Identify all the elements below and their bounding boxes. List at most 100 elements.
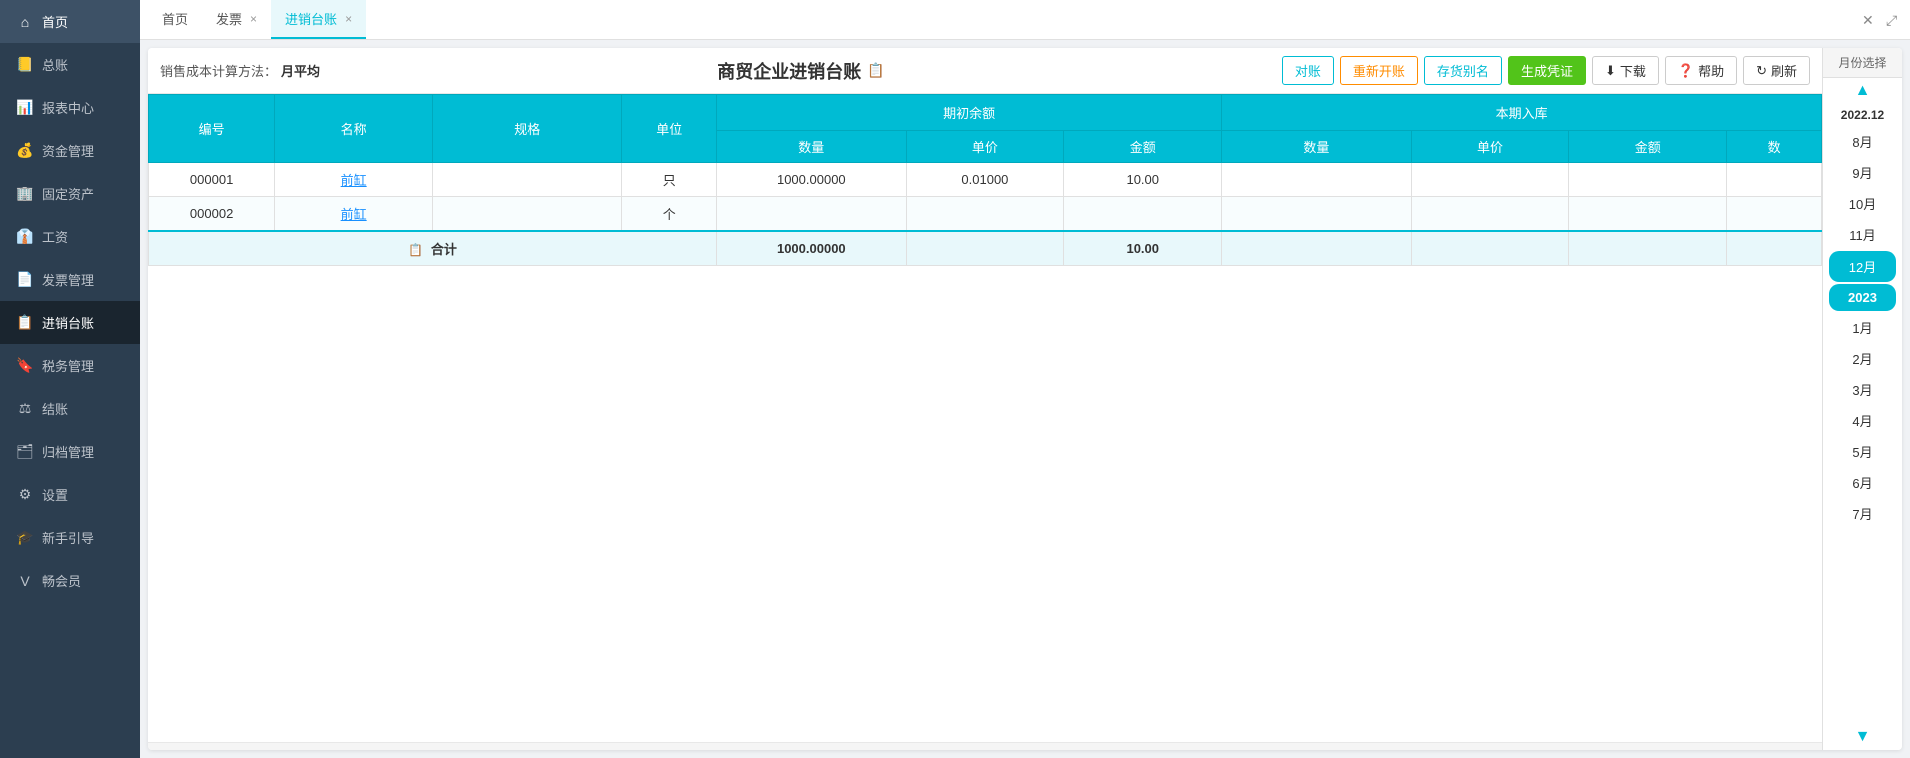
month-item-10[interactable]: 10月 [1823, 188, 1902, 219]
cell-in-amount [1569, 197, 1727, 232]
sidebar-item-label: 资金管理 [42, 141, 94, 160]
sidebar-item-archive[interactable]: 🗂 归档管理 [0, 430, 140, 473]
cell-id: 000002 [149, 197, 275, 232]
assets-icon: 🏢 [16, 185, 34, 202]
cell-init-qty: 1000.00000 [717, 163, 906, 197]
month-item-2023-1[interactable]: 1月 [1823, 312, 1902, 343]
col-in-extra: 数 [1727, 131, 1822, 163]
month-item-11[interactable]: 11月 [1823, 219, 1902, 250]
month-scroll-down[interactable]: ▼ [1823, 724, 1902, 750]
toolbar-actions: 对账 重新开账 存货别名 生成凭证 ⬇ 下载 ❓ 帮助 ↻ 刷新 [1282, 56, 1810, 85]
download-label: 下载 [1620, 61, 1646, 80]
sidebar-item-label: 结账 [42, 399, 68, 418]
month-item-2023-2[interactable]: 2月 [1823, 343, 1902, 374]
table-row[interactable]: 000002 前缸 个 [149, 197, 1822, 232]
col-init-qty: 数量 [717, 131, 906, 163]
sidebar-item-report-center[interactable]: 📊 报表中心 [0, 86, 140, 129]
month-item-2023-6[interactable]: 6月 [1823, 467, 1902, 498]
tab-invoice[interactable]: 发票 × [202, 0, 271, 39]
ledger-table: 编号 名称 规格 单位 期初余额 本期入库 数量 单价 金额 数量 [148, 94, 1822, 266]
year-2023-badge[interactable]: 2023 [1829, 284, 1896, 311]
month-list: 2022.12 8月 9月 10月 11月 12月 2023 1月 2月 3月 … [1823, 104, 1902, 724]
refresh-button[interactable]: ↻ 刷新 [1743, 56, 1810, 85]
report-icon: 📊 [16, 99, 34, 116]
ledger-title: 商贸企业进销台账 [717, 58, 861, 84]
sidebar-item-vip[interactable]: V 畅会员 [0, 559, 140, 602]
ledger-title-icon[interactable]: 📋 [867, 62, 884, 79]
reconcile-button[interactable]: 对账 [1282, 56, 1334, 85]
sidebar-item-settings[interactable]: ⚙ 设置 [0, 473, 140, 516]
total-init-amount: 10.00 [1064, 231, 1222, 266]
cell-in-qty [1222, 197, 1411, 232]
col-in-amount: 金额 [1569, 131, 1727, 163]
month-scroll-up[interactable]: ▲ [1823, 78, 1902, 104]
sidebar-item-purchase-sales[interactable]: 📋 进销台账 [0, 301, 140, 344]
settlement-icon: ⚖ [16, 400, 34, 417]
month-item-2023-3[interactable]: 3月 [1823, 374, 1902, 405]
cell-in-price [1411, 163, 1569, 197]
tab-purchase-sales[interactable]: 进销台账 × [271, 0, 366, 39]
fund-icon: 💰 [16, 142, 34, 159]
cost-method-label: 销售成本计算方法： [160, 61, 277, 80]
main-area: 首页 发票 × 进销台账 × ✕ ⤢ 销售成本计算方法： 月平均 商贸企业进 [140, 0, 1910, 758]
refresh-icon: ↻ [1756, 63, 1767, 79]
cell-init-amount [1064, 197, 1222, 232]
month-item-8[interactable]: 8月 [1823, 126, 1902, 157]
month-item-12[interactable]: 12月 [1829, 251, 1896, 282]
table-body: 000001 前缸 只 1000.00000 0.01000 10.00 [149, 163, 1822, 266]
sidebar-item-guide[interactable]: 🎓 新手引导 [0, 516, 140, 559]
month-item-2023-5[interactable]: 5月 [1823, 436, 1902, 467]
save-alias-button[interactable]: 存货别名 [1424, 56, 1502, 85]
sidebar-item-invoice-management[interactable]: 📄 发票管理 [0, 258, 140, 301]
bottom-scrollbar[interactable] [148, 742, 1822, 750]
cell-in-extra [1727, 163, 1822, 197]
col-name: 名称 [275, 95, 433, 163]
vip-icon: V [16, 573, 34, 589]
sidebar-item-settlement[interactable]: ⚖ 结账 [0, 387, 140, 430]
total-label: 📋 合计 [149, 231, 717, 266]
sidebar-item-fund-management[interactable]: 💰 资金管理 [0, 129, 140, 172]
ledger-area: 销售成本计算方法： 月平均 商贸企业进销台账 📋 对账 重新开账 存货别名 生成… [148, 48, 1822, 750]
table-row[interactable]: 000001 前缸 只 1000.00000 0.01000 10.00 [149, 163, 1822, 197]
col-in-qty: 数量 [1222, 131, 1411, 163]
cell-name[interactable]: 前缸 [275, 197, 433, 232]
month-item-9[interactable]: 9月 [1823, 157, 1902, 188]
cell-spec [433, 163, 622, 197]
payroll-icon: 👔 [16, 228, 34, 245]
sidebar-item-general-ledger[interactable]: 📒 总账 [0, 43, 140, 86]
maximize-window-button[interactable]: ⤢ [1886, 12, 1902, 28]
cell-in-price [1411, 197, 1569, 232]
download-button[interactable]: ⬇ 下载 [1592, 56, 1659, 85]
reopen-button[interactable]: 重新开账 [1340, 56, 1418, 85]
cell-id: 000001 [149, 163, 275, 197]
cell-name[interactable]: 前缸 [275, 163, 433, 197]
close-purchase-sales-tab[interactable]: × [345, 12, 352, 26]
total-in-amount [1569, 231, 1727, 266]
sidebar: ⌂ 首页 📒 总账 📊 报表中心 💰 资金管理 🏢 固定资产 👔 工资 📄 发票… [0, 0, 140, 758]
sidebar-item-fixed-assets[interactable]: 🏢 固定资产 [0, 172, 140, 215]
table-container[interactable]: 编号 名称 规格 单位 期初余额 本期入库 数量 单价 金额 数量 [148, 94, 1822, 742]
ledger-toolbar: 销售成本计算方法： 月平均 商贸企业进销台账 📋 对账 重新开账 存货别名 生成… [148, 48, 1822, 94]
sidebar-item-tax-management[interactable]: 🔖 税务管理 [0, 344, 140, 387]
sidebar-item-home[interactable]: ⌂ 首页 [0, 0, 140, 43]
sidebar-item-label: 报表中心 [42, 98, 94, 117]
invoice-icon: 📄 [16, 271, 34, 288]
generate-voucher-button[interactable]: 生成凭证 [1508, 56, 1586, 85]
close-invoice-tab[interactable]: × [250, 12, 257, 26]
total-icon: 📋 [408, 243, 423, 257]
close-window-button[interactable]: ✕ [1862, 12, 1878, 28]
sidebar-item-label: 发票管理 [42, 270, 94, 289]
sidebar-item-label: 设置 [42, 485, 68, 504]
month-item-2023-7[interactable]: 7月 [1823, 498, 1902, 529]
purchase-icon: 📋 [16, 314, 34, 331]
sidebar-item-payroll[interactable]: 👔 工资 [0, 215, 140, 258]
refresh-label: 刷新 [1771, 61, 1797, 80]
tab-home[interactable]: 首页 [148, 0, 202, 39]
total-init-price [906, 231, 1064, 266]
col-init-price: 单价 [906, 131, 1064, 163]
month-item-2023-4[interactable]: 4月 [1823, 405, 1902, 436]
cell-init-qty [717, 197, 906, 232]
col-period-initial: 期初余额 [717, 95, 1222, 131]
total-in-qty [1222, 231, 1411, 266]
help-button[interactable]: ❓ 帮助 [1665, 56, 1737, 85]
